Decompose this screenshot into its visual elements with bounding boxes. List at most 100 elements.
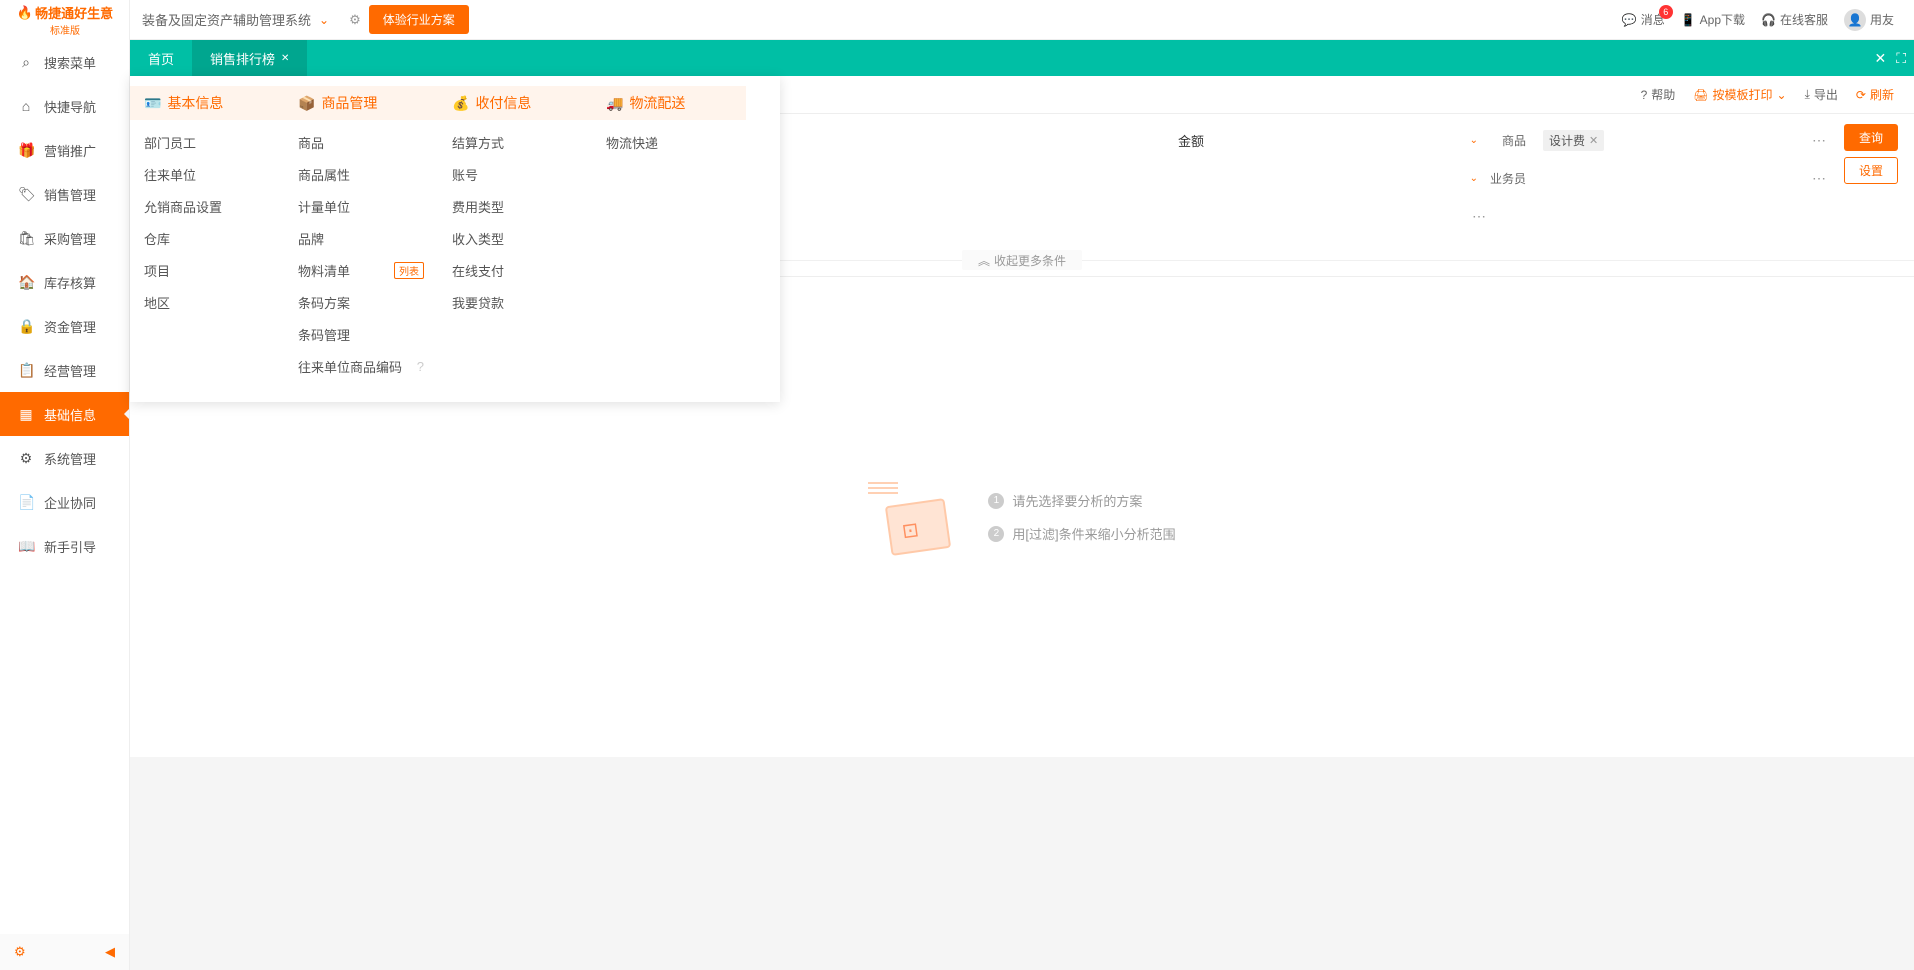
chevron-down-icon[interactable]: ⌄ xyxy=(319,13,329,27)
mega-item-warehouse[interactable]: 仓库 xyxy=(144,222,270,254)
mega-item-loan[interactable]: 我要贷款 xyxy=(452,286,578,318)
mega-col-payment: 💰收付信息 结算方式 账号 费用类型 收入类型 在线支付 我要贷款 xyxy=(438,86,592,382)
mega-item-barcode-mgmt[interactable]: 条码管理 xyxy=(298,318,424,350)
close-all-icon[interactable]: ✕ xyxy=(1874,50,1886,67)
message-icon: 💬 xyxy=(1622,13,1637,27)
chevron-down-icon: ⌄ xyxy=(1777,88,1787,102)
sidebar-item-inventory[interactable]: 🏠库存核算 xyxy=(0,260,129,304)
sidebar-item-newbie[interactable]: 📖新手引导 xyxy=(0,524,129,568)
mega-item-expense-type[interactable]: 费用类型 xyxy=(452,190,578,222)
mega-item-settlement[interactable]: 结算方式 xyxy=(452,126,578,158)
mega-item-region[interactable]: 地区 xyxy=(144,286,270,318)
mega-item-bom[interactable]: 物料清单列表 xyxy=(298,254,424,286)
mega-item-partner[interactable]: 往来单位 xyxy=(144,158,270,190)
sidebar-item-finance[interactable]: 🔒资金管理 xyxy=(0,304,129,348)
box-icon: 📦 xyxy=(298,95,315,112)
sidebar: 🔥 畅捷通好生意 标准版 ⌕搜索菜单 ⌂快捷导航 🎁营销推广 🏷销售管理 🛍采购… xyxy=(0,0,130,970)
logo-main: 🔥 畅捷通好生意 xyxy=(17,3,113,22)
industry-plan-button[interactable]: 体验行业方案 xyxy=(369,5,469,34)
mega-menu: 🪪基本信息 部门员工 往来单位 允销商品设置 仓库 项目 地区 📦商品管理 商品… xyxy=(130,76,780,402)
lock-icon: 🔒 xyxy=(18,318,34,335)
settings-icon[interactable]: ⚙ xyxy=(14,944,26,960)
sidebar-item-operation[interactable]: 📋经营管理 xyxy=(0,348,129,392)
fullscreen-icon[interactable]: ⛶ xyxy=(1896,50,1906,67)
mega-item-online-pay[interactable]: 在线支付 xyxy=(452,254,578,286)
mega-header-payment: 💰收付信息 xyxy=(438,86,592,120)
filter-input-3[interactable] xyxy=(1186,202,1464,230)
step-number-1: 1 xyxy=(988,493,1004,509)
mega-item-barcode-plan[interactable]: 条码方案 xyxy=(298,286,424,318)
filter-input-staff[interactable] xyxy=(1534,164,1804,192)
book-icon: 📖 xyxy=(18,538,34,555)
help-button[interactable]: ?帮助 xyxy=(1641,86,1676,103)
tab-bar-actions: ✕ ⛶ xyxy=(1874,50,1906,67)
settings-button[interactable]: 设置 xyxy=(1844,157,1898,184)
gear-icon[interactable]: ⚙ xyxy=(341,12,369,28)
sidebar-item-purchase[interactable]: 🛍采购管理 xyxy=(0,216,129,260)
mega-item-project[interactable]: 项目 xyxy=(144,254,270,286)
filter-input-2[interactable] xyxy=(1178,164,1462,192)
mega-item-income-type[interactable]: 收入类型 xyxy=(452,222,578,254)
sidebar-item-shortcut[interactable]: ⌂快捷导航 xyxy=(0,84,129,128)
more-icon[interactable]: ⋯ xyxy=(1812,132,1826,149)
more-icon[interactable]: ⋯ xyxy=(1812,170,1826,187)
export-button[interactable]: ⤓导出 xyxy=(1805,86,1838,103)
doc-icon: 📄 xyxy=(18,494,34,511)
print-icon: 🖨 xyxy=(1693,88,1708,102)
app-download-button[interactable]: 📱 App下载 xyxy=(1681,11,1745,28)
mega-col-basic: 🪪基本信息 部门员工 往来单位 允销商品设置 仓库 项目 地区 xyxy=(130,86,284,382)
mega-item-department[interactable]: 部门员工 xyxy=(144,126,270,158)
refresh-icon: ⟳ xyxy=(1856,88,1866,102)
refresh-button[interactable]: ⟳刷新 xyxy=(1856,86,1894,103)
mega-item-express[interactable]: 物流快递 xyxy=(606,126,732,158)
mega-item-product[interactable]: 商品 xyxy=(298,126,424,158)
product-tag: 设计费 ✕ xyxy=(1543,130,1604,151)
sidebar-item-enterprise[interactable]: 📄企业协同 xyxy=(0,480,129,524)
tab-bar: 首页 销售排行榜 ✕ ✕ ⛶ xyxy=(130,40,1914,76)
sidebar-item-basic[interactable]: ▦基础信息 xyxy=(0,392,129,436)
collapse-icon[interactable]: ◀ xyxy=(105,944,115,960)
close-icon[interactable]: ✕ xyxy=(281,53,289,64)
filter-label-product: 商品 xyxy=(1486,132,1526,149)
print-button[interactable]: 🖨按模板打印⌄ xyxy=(1693,86,1786,103)
logo-sub: 标准版 xyxy=(50,22,80,37)
system-selector[interactable]: 装备及固定资产辅助管理系统 ⌄ xyxy=(130,10,341,29)
filter-label-partial: 金额 xyxy=(1178,131,1204,150)
online-service-button[interactable]: 🎧 在线客服 xyxy=(1761,11,1828,28)
mega-header-logistics: 🚚物流配送 xyxy=(592,86,746,120)
tab-sales-ranking[interactable]: 销售排行榜 ✕ xyxy=(192,40,307,76)
help-icon[interactable]: ? xyxy=(417,359,424,374)
user-menu[interactable]: 👤 用友 xyxy=(1844,9,1894,31)
header-right: 💬 消息 6 📱 App下载 🎧 在线客服 👤 用友 xyxy=(1622,9,1914,31)
house-icon: 🏠 xyxy=(18,274,34,291)
mega-item-partner-product-code[interactable]: 往来单位商品编码? xyxy=(298,350,424,382)
message-badge: 6 xyxy=(1659,5,1673,19)
sidebar-item-sales[interactable]: 🏷销售管理 xyxy=(0,172,129,216)
empty-illustration: ⊡ xyxy=(868,472,958,562)
mega-item-brand[interactable]: 品牌 xyxy=(298,222,424,254)
sidebar-item-marketing[interactable]: 🎁营销推广 xyxy=(0,128,129,172)
chevron-down-icon[interactable]: ⌄ xyxy=(1470,135,1478,146)
more-icon[interactable]: ⋯ xyxy=(1472,208,1486,225)
truck-icon: 🚚 xyxy=(606,95,623,112)
gift-icon: 🎁 xyxy=(18,142,34,159)
filter-input-amount[interactable] xyxy=(1212,126,1462,154)
sidebar-footer: ⚙ ◀ xyxy=(0,934,129,970)
empty-step-2: 2 用[过滤]条件来缩小分析范围 xyxy=(988,524,1175,543)
tab-home[interactable]: 首页 xyxy=(130,40,192,76)
sidebar-item-search[interactable]: ⌕搜索菜单 xyxy=(0,40,129,84)
empty-steps: 1 请先选择要分析的方案 2 用[过滤]条件来缩小分析范围 xyxy=(988,491,1175,543)
filter-input-product[interactable]: 设计费 ✕ xyxy=(1534,126,1804,154)
mega-item-unit[interactable]: 计量单位 xyxy=(298,190,424,222)
top-header: 装备及固定资产辅助管理系统 ⌄ ⚙ 体验行业方案 💬 消息 6 📱 App下载 … xyxy=(0,0,1914,40)
collapse-up-icon: ︽ xyxy=(978,252,990,269)
mega-item-allowed-products[interactable]: 允销商品设置 xyxy=(144,190,270,222)
message-button[interactable]: 💬 消息 6 xyxy=(1622,11,1665,28)
sidebar-item-system[interactable]: ⚙系统管理 xyxy=(0,436,129,480)
tag-remove-icon[interactable]: ✕ xyxy=(1589,134,1598,147)
query-button[interactable]: 查询 xyxy=(1844,124,1898,151)
chevron-down-icon[interactable]: ⌄ xyxy=(1470,173,1478,184)
mega-item-account[interactable]: 账号 xyxy=(452,158,578,190)
mega-item-product-attr[interactable]: 商品属性 xyxy=(298,158,424,190)
list-badge[interactable]: 列表 xyxy=(394,262,424,279)
